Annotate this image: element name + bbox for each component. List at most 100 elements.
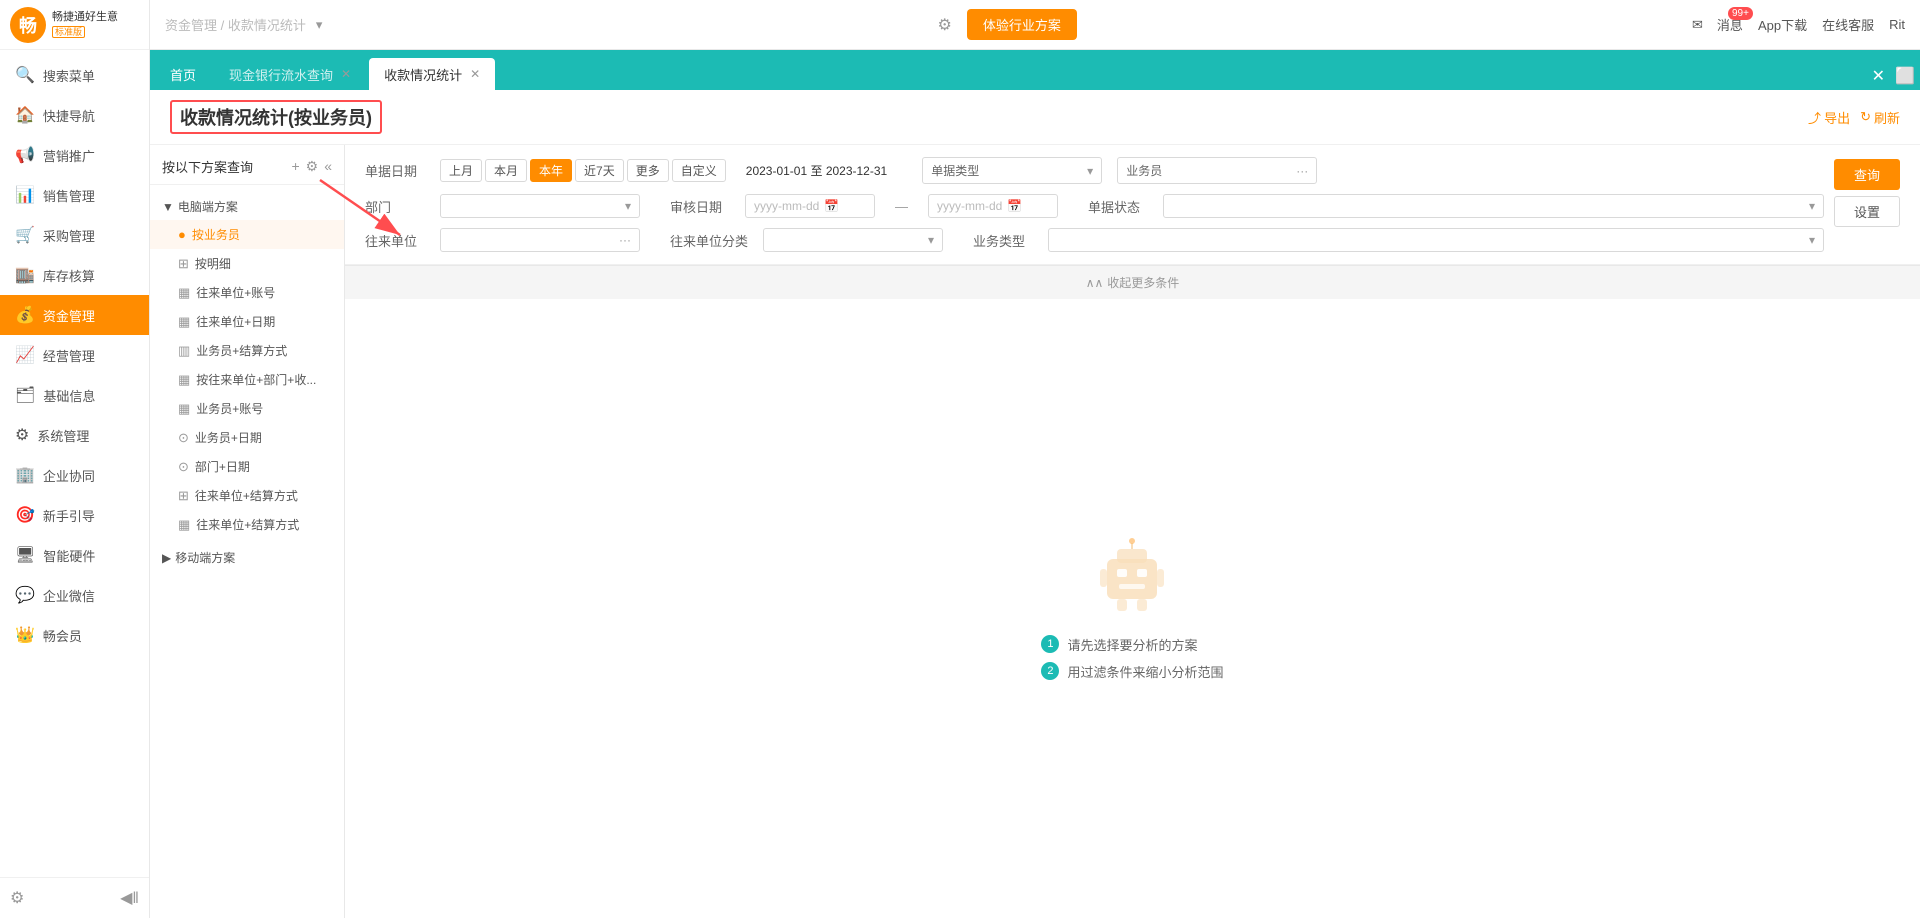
tree-item-salesman-date[interactable]: ⊙ 业务员+日期 [150,423,344,452]
counterpart-type-chevron: ▾ [928,233,934,247]
tree-item-salesman[interactable]: ● 按业务员 [150,220,344,249]
tree-item-salesman-settle[interactable]: ▥ 业务员+结算方式 [150,336,344,365]
record-type-chevron: ▾ [1087,164,1093,178]
collapse-icon: ∧∧ [1086,276,1104,290]
filter-area: 单据日期 上月 本月 本年 近7天 更多 自定义 2023-01-01 至 20… [345,145,1920,265]
panel-add-icon[interactable]: + [291,158,299,175]
sidebar-item-member[interactable]: 👑 畅会员 [0,615,149,655]
filter-row-1: 单据日期 上月 本月 本年 近7天 更多 自定义 2023-01-01 至 20… [365,157,1824,184]
sidebar-item-search[interactable]: 🔍 搜索菜单 [0,55,149,95]
tree-item-salesman-account[interactable]: ▦ 业务员+账号 [150,394,344,423]
date-range-text: 2023-01-01 至 2023-12-31 [746,162,887,179]
record-type-select[interactable]: 单据类型 ▾ [922,157,1102,184]
salesman-select[interactable]: 业务员 ··· [1117,157,1317,184]
query-button[interactable]: 查询 [1834,159,1900,190]
tree-expand-icon: ▼ [162,200,174,214]
tree-item-label: 往来单位+日期 [196,313,275,330]
tab-collection-close[interactable]: ✕ [470,67,480,81]
app-download-link[interactable]: App下载 [1758,15,1807,34]
tree-item-unit-settle1[interactable]: ⊞ 往来单位+结算方式 [150,481,344,510]
business-type-select[interactable]: ▾ [1048,228,1824,252]
refresh-button[interactable]: ↻ 刷新 [1860,108,1900,127]
tree-section-mobile[interactable]: ▶ 移动端方案 [150,544,344,571]
audit-date-to[interactable]: yyyy-mm-dd 📅 [928,194,1058,218]
tree-item-dept-date[interactable]: ⊙ 部门+日期 [150,452,344,481]
tree-item-unit-settle2[interactable]: ▦ 往来单位+结算方式 [150,510,344,539]
footer-collapse-icon[interactable]: ◀‖ [120,888,139,908]
business-type-label: 业务类型 [973,231,1033,250]
sidebar-item-label: 营销推广 [43,146,95,165]
tree-item-icon: ▦ [178,401,190,417]
panel-collapse-icon[interactable]: « [324,158,332,175]
tree-section-pc[interactable]: ▼ 电脑端方案 [150,193,344,220]
date-btn-lastmonth[interactable]: 上月 [440,159,482,182]
audit-date-from[interactable]: yyyy-mm-dd 📅 [745,194,875,218]
tab-close-window[interactable]: ✕ [1872,66,1885,86]
tree-item-unit-account[interactable]: ▦ 往来单位+账号 [150,278,344,307]
sidebar-item-label: 资金管理 [43,306,95,325]
sidebar-footer: ⚙ ◀‖ [0,877,149,918]
sidebar-item-system[interactable]: ⚙ 系统管理 [0,415,149,455]
sidebar-item-quicknav[interactable]: 🏠 快捷导航 [0,95,149,135]
message-icon: ✉ [1692,17,1703,33]
dept-select[interactable]: ▾ [440,194,640,218]
footer-settings-icon[interactable]: ⚙ [10,888,24,908]
sidebar-item-marketing[interactable]: 📢 营销推广 [0,135,149,175]
tab-actions: ✕ ⬜ [1872,66,1915,90]
page-header-actions: ⤴ 导出 ↻ 刷新 [1808,108,1900,127]
date-btn-thisyear[interactable]: 本年 [530,159,572,182]
counterpart-type-label: 往来单位分类 [670,231,748,250]
tree-item-label: 按业务员 [192,226,240,243]
tree-item-detail[interactable]: ⊞ 按明细 [150,249,344,278]
sidebar-item-operations[interactable]: 📈 经营管理 [0,335,149,375]
date-btn-custom[interactable]: 自定义 [672,159,726,182]
tree-item-unit-date[interactable]: ▦ 往来单位+日期 [150,307,344,336]
sidebar-item-sales[interactable]: 📊 销售管理 [0,175,149,215]
salesman-more[interactable]: ··· [1296,164,1308,178]
settings-button[interactable]: 设置 [1834,196,1900,227]
sidebar-item-inventory[interactable]: 🏬 库存核算 [0,255,149,295]
quicknav-icon: 🏠 [15,105,35,125]
tab-maximize[interactable]: ⬜ [1895,66,1915,86]
sidebar-item-hardware[interactable]: 🖥 智能硬件 [0,535,149,575]
date-buttons: 上月 本月 本年 近7天 更多 自定义 [440,159,726,182]
calendar-icon-from: 📅 [824,199,839,213]
sidebar-item-corp[interactable]: 🏢 企业协同 [0,455,149,495]
tab-cashflow-close[interactable]: ✕ [341,67,351,81]
record-status-select[interactable]: ▾ [1163,194,1824,218]
user-avatar[interactable]: Rit [1889,17,1905,32]
wechat-icon: 💬 [15,585,35,605]
date-btn-more[interactable]: 更多 [627,159,669,182]
panel-gear-icon[interactable]: ⚙ [306,158,319,175]
online-service-link[interactable]: 在线客服 [1822,15,1874,34]
panel-header-text: 按以下方案查询 [162,157,253,176]
date-btn-thismonth[interactable]: 本月 [485,159,527,182]
sidebar-item-finance[interactable]: 💰 资金管理 [0,295,149,335]
counterpart-more[interactable]: ··· [619,233,631,247]
counterpart-type-select[interactable]: ▾ [763,228,943,252]
tab-collection[interactable]: 收款情况统计 ✕ [369,58,495,90]
sidebar-item-purchase[interactable]: 🛒 采购管理 [0,215,149,255]
header-gear-icon[interactable]: ⚙ [938,15,952,35]
trial-button[interactable]: 体验行业方案 [967,9,1077,40]
message-area[interactable]: ✉ 99+ 消息 [1692,15,1743,34]
logo-icon: 畅 [10,7,46,43]
sidebar-item-basic[interactable]: 🗂 基础信息 [0,375,149,415]
counterpart-select[interactable]: ··· [440,228,640,252]
empty-step-1: 1 请先选择要分析的方案 [1041,635,1223,654]
left-panel-header: 按以下方案查询 + ⚙ « [150,145,344,185]
tree-item-icon: ▦ [178,372,190,388]
collapse-bar[interactable]: ∧∧ 收起更多条件 [345,265,1920,299]
sidebar-item-guide[interactable]: 🎯 新手引导 [0,495,149,535]
tree-item-label: 往来单位+结算方式 [195,487,298,504]
dropdown-icon[interactable]: ▾ [316,17,323,33]
left-panel: 按以下方案查询 + ⚙ « ▼ 电脑端方案 ● 按业务员 ⊞ [150,145,345,918]
tab-cashflow[interactable]: 现金银行流水查询 ✕ [214,58,366,90]
tree-item-label: 往来单位+账号 [196,284,275,301]
date-btn-7days[interactable]: 近7天 [575,159,624,182]
export-button[interactable]: ⤴ 导出 [1808,108,1850,127]
tree-item-unit-dept[interactable]: ▦ 按往来单位+部门+收... [150,365,344,394]
tab-home[interactable]: 首页 [155,58,211,90]
search-icon: 🔍 [15,65,35,85]
sidebar-item-wechat[interactable]: 💬 企业微信 [0,575,149,615]
